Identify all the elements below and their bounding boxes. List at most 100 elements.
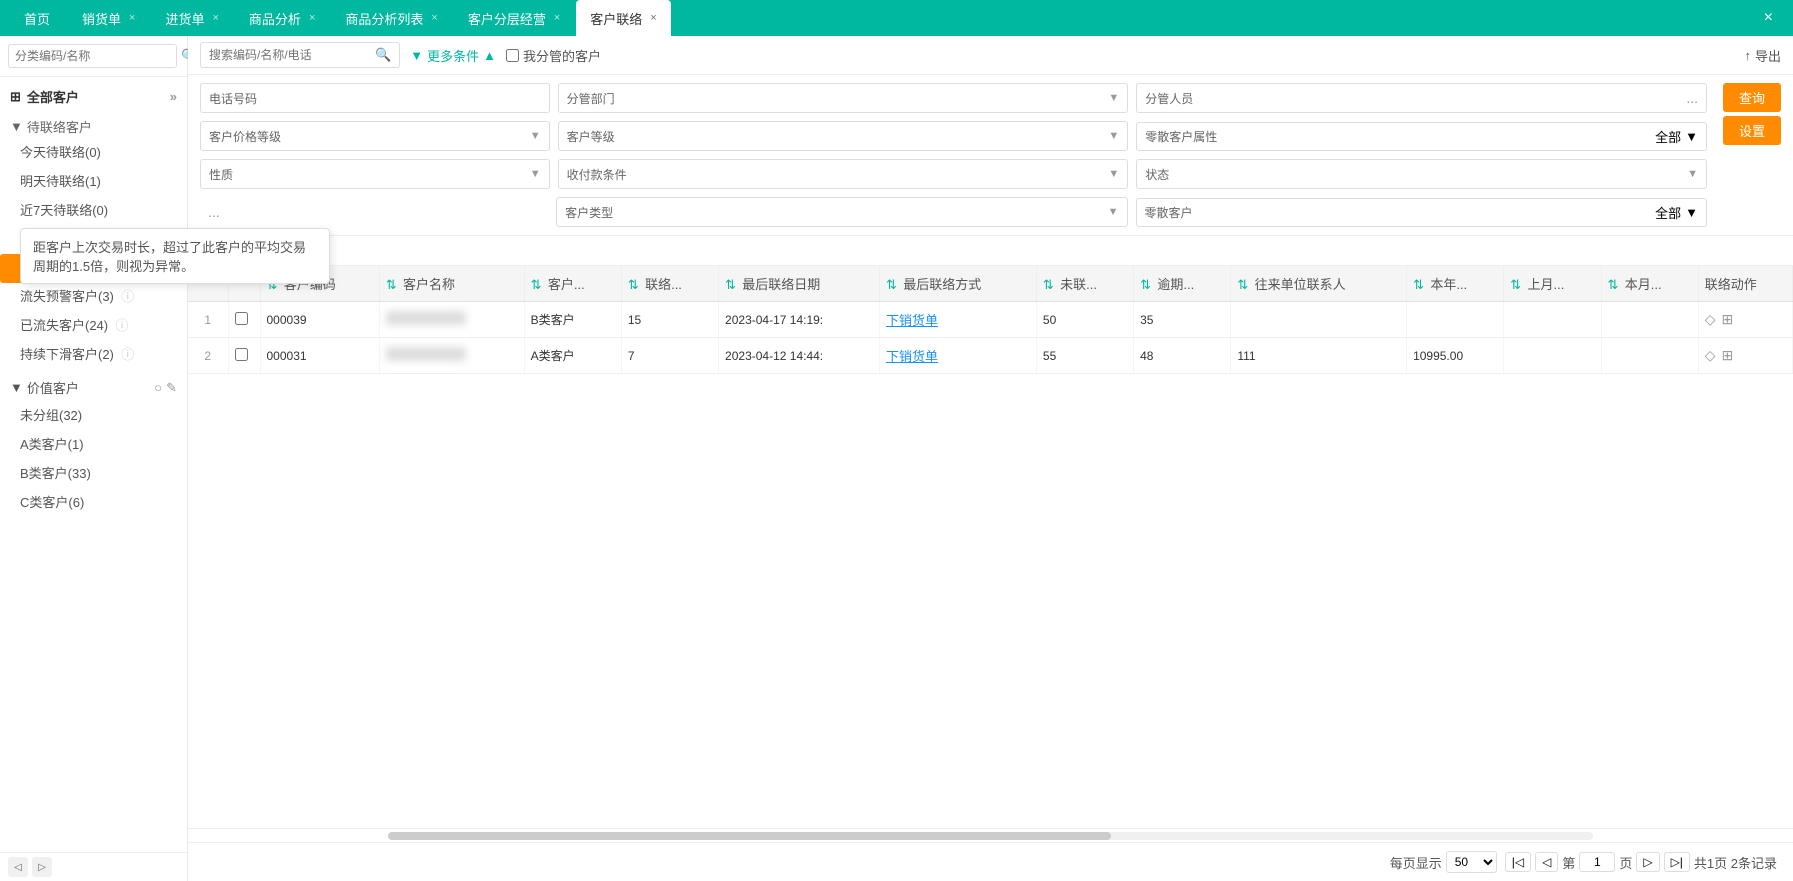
filter-scatter-customer-chevron[interactable]: ▼	[1685, 205, 1698, 220]
th-uncontacted[interactable]: ⇅ 未联...	[1036, 266, 1133, 302]
action-icon-1[interactable]: ◇	[1705, 311, 1716, 328]
scroll-thumb[interactable]	[388, 832, 1111, 840]
nav-tab-analysis-list-close[interactable]: ×	[431, 12, 437, 24]
sidebar-item-churned[interactable]: 已流失客户(24) ⓘ	[0, 312, 187, 341]
nav-tab-analysis-list[interactable]: 商品分析列表 ×	[331, 0, 451, 36]
filter-search-icon[interactable]: 🔍	[375, 47, 391, 63]
page-next-btn[interactable]: ▷	[1636, 852, 1659, 872]
page-input[interactable]	[1579, 852, 1615, 872]
cell-last-contact-method[interactable]: 下销货单	[880, 302, 1037, 338]
nav-tab-customer-mgmt-close[interactable]: ×	[554, 12, 560, 24]
th-last-month[interactable]: ⇅ 上月...	[1504, 266, 1601, 302]
cell-name[interactable]	[379, 302, 524, 338]
filter-cust-level-input[interactable]	[621, 129, 1103, 143]
nav-tab-customer-contact-close[interactable]: ×	[650, 12, 656, 24]
filter-cust-type-chevron[interactable]: ▼	[1108, 206, 1119, 218]
sidebar-item-tomorrow[interactable]: 明天待联络(1)	[0, 168, 187, 197]
action-icon-2[interactable]: ⊞	[1722, 347, 1734, 364]
cell-check[interactable]	[228, 302, 260, 338]
th-this-month[interactable]: ⇅ 本月...	[1601, 266, 1698, 302]
nav-tab-sales[interactable]: 销货单 ×	[68, 0, 149, 36]
filter-phone-input[interactable]	[263, 91, 541, 105]
sidebar-nav-left[interactable]: ◁	[8, 857, 28, 877]
filter-manager-dots[interactable]: ...	[1686, 90, 1698, 106]
page-last-btn[interactable]: ▷|	[1664, 852, 1690, 872]
page-first-btn[interactable]: |◁	[1505, 852, 1531, 872]
filter-price-level-input[interactable]	[287, 129, 524, 143]
filter-dept-chevron[interactable]: ▼	[1108, 92, 1119, 104]
filter-search-input[interactable]	[209, 48, 369, 62]
filter-price-chevron[interactable]: ▼	[530, 130, 541, 142]
action-icon-1[interactable]: ◇	[1705, 347, 1716, 364]
nav-tab-purchase[interactable]: 进货单 ×	[151, 0, 232, 36]
filter-phone[interactable]: 电话号码	[200, 83, 550, 113]
filter-scatter-attr[interactable]: 零散客户属性 全部 ▼	[1136, 122, 1707, 151]
sidebar-item-ungrouped[interactable]: 未分组(32)	[0, 402, 187, 431]
sidebar-all-customers[interactable]: ⊞ 全部客户 »	[0, 81, 187, 112]
filter-nature[interactable]: 性质 ▼	[200, 159, 550, 189]
per-page-select[interactable]: 50 100 200	[1447, 852, 1496, 872]
sidebar-item-churn-warning[interactable]: 流失预警客户(3) ⓘ	[0, 283, 187, 312]
nav-tab-analysis[interactable]: 商品分析 ×	[235, 0, 329, 36]
sidebar-item-class-b[interactable]: B类客户(33)	[0, 460, 187, 489]
circle-icon[interactable]: ○	[154, 380, 162, 396]
nav-tab-purchase-close[interactable]: ×	[212, 12, 218, 24]
th-contact-count[interactable]: ⇅ 联络...	[621, 266, 718, 302]
filter-dept-input[interactable]	[621, 91, 1103, 105]
cell-last-contact-method[interactable]: 下销货单	[880, 338, 1037, 374]
filter-cust-level[interactable]: 客户等级 ▼	[558, 121, 1129, 151]
export-button[interactable]: ↑ 导出	[1744, 46, 1781, 65]
sidebar-item-declining[interactable]: 持续下滑客户(2) ⓘ	[0, 341, 187, 370]
th-last-contact-date[interactable]: ⇅ 最后联络日期	[719, 266, 880, 302]
filter-manager-input[interactable]	[1199, 91, 1680, 105]
filter-more-btn[interactable]: ▼ 更多条件 ▲	[410, 46, 496, 65]
query-button[interactable]: 查询	[1723, 83, 1781, 112]
close-all-button[interactable]: ×	[1752, 9, 1785, 27]
cell-name[interactable]	[379, 338, 524, 374]
nav-tab-customer-contact[interactable]: 客户联络 ×	[576, 0, 670, 36]
sidebar-nav-right[interactable]: ▷	[32, 857, 52, 877]
filter-status-input[interactable]	[1175, 167, 1681, 181]
row-checkbox[interactable]	[235, 348, 248, 361]
filter-nature-input[interactable]	[239, 167, 524, 181]
my-customers-checkbox[interactable]	[506, 49, 519, 62]
contact-method-link[interactable]: 下销货单	[886, 313, 938, 328]
nav-tab-analysis-close[interactable]: ×	[309, 12, 315, 24]
contact-method-link[interactable]: 下销货单	[886, 349, 938, 364]
nav-tab-sales-close[interactable]: ×	[129, 12, 135, 24]
sidebar-item-class-c[interactable]: C类客户(6)	[0, 489, 187, 518]
scroll-track[interactable]	[388, 832, 1593, 840]
filter-payment[interactable]: 收付款条件 ▼	[558, 159, 1129, 189]
th-contacts-person[interactable]: ⇅ 往来单位联系人	[1231, 266, 1407, 302]
action-icon-2[interactable]: ⊞	[1722, 311, 1734, 328]
filter-dept[interactable]: 分管部门 ▼	[558, 83, 1129, 113]
filter-payment-input[interactable]	[633, 167, 1103, 181]
filter-cust-type[interactable]: 客户类型 ▼	[556, 197, 1127, 227]
sidebar-item-today[interactable]: 今天待联络(0)	[0, 139, 187, 168]
filter-status-chevron[interactable]: ▼	[1687, 168, 1698, 180]
th-year-amount[interactable]: ⇅ 本年...	[1407, 266, 1504, 302]
filter-payment-chevron[interactable]: ▼	[1108, 168, 1119, 180]
filter-cust-level-chevron[interactable]: ▼	[1108, 130, 1119, 142]
filter-nature-chevron[interactable]: ▼	[530, 168, 541, 180]
row4-dots[interactable]: ...	[208, 204, 220, 220]
sidebar-item-class-a[interactable]: A类客户(1)	[0, 431, 187, 460]
filter-price-level[interactable]: 客户价格等级 ▼	[200, 121, 550, 151]
th-last-contact-method[interactable]: ⇅ 最后联络方式	[880, 266, 1037, 302]
sidebar-value-header[interactable]: ▼ 价值客户 ○ ✎	[0, 373, 187, 402]
sidebar-search-input[interactable]	[8, 44, 177, 68]
th-overdue[interactable]: ⇅ 逾期...	[1134, 266, 1231, 302]
row-checkbox[interactable]	[235, 312, 248, 325]
scroll-bar-area[interactable]	[188, 828, 1793, 842]
sidebar-pending-group[interactable]: ▼ 待联络客户	[0, 112, 187, 139]
filter-status[interactable]: 状态 ▼	[1136, 159, 1707, 189]
nav-tab-customer-mgmt[interactable]: 客户分层经营 ×	[454, 0, 574, 36]
filter-scatter-chevron[interactable]: ▼	[1685, 129, 1698, 144]
sidebar-item-7days[interactable]: 近7天待联络(0)	[0, 197, 187, 226]
page-prev-btn[interactable]: ◁	[1535, 852, 1558, 872]
nav-tab-home[interactable]: 首页	[8, 0, 66, 36]
settings-button[interactable]: 设置	[1723, 116, 1781, 145]
filter-manager[interactable]: 分管人员 ...	[1136, 83, 1707, 113]
th-cust-type[interactable]: ⇅ 客户...	[524, 266, 621, 302]
per-page-select-box[interactable]: 50 100 200	[1446, 851, 1497, 873]
